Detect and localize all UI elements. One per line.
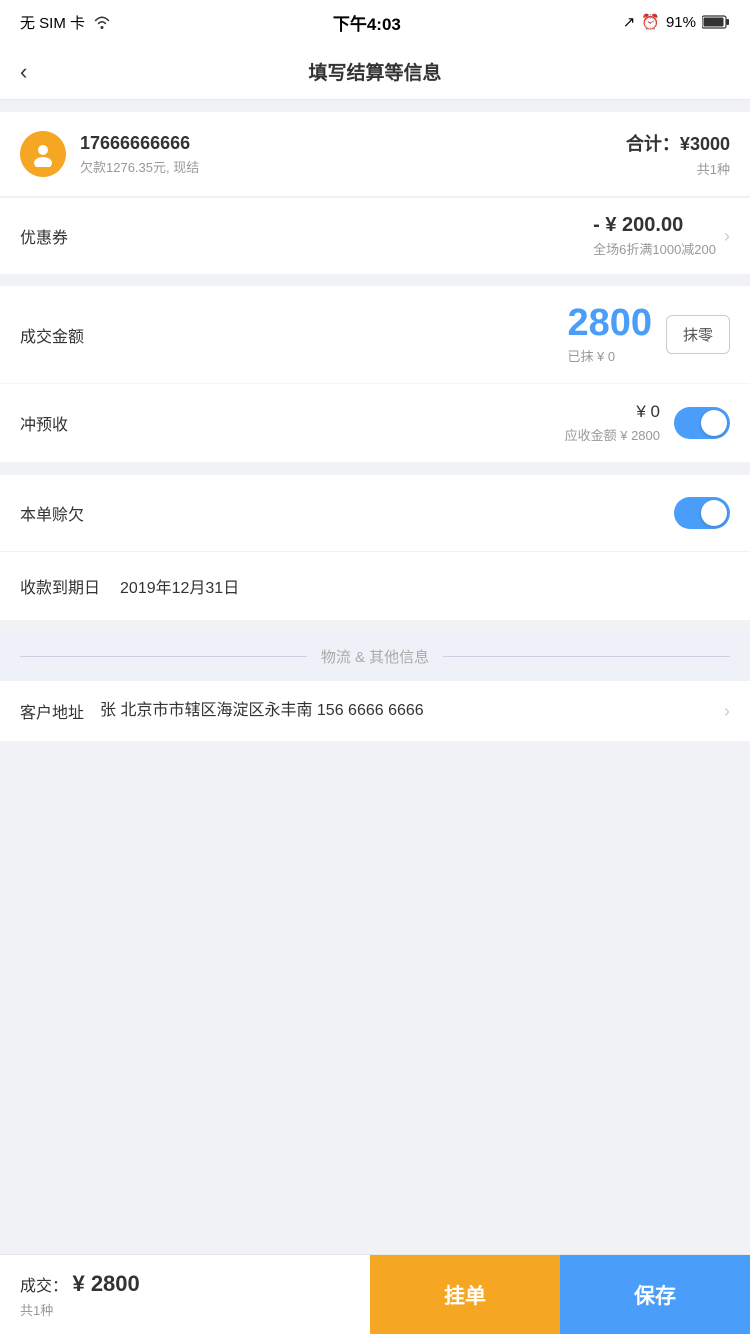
battery-text: 91% — [666, 14, 696, 31]
prepay-toggle[interactable] — [674, 407, 730, 439]
back-button[interactable]: ‹ — [20, 59, 27, 85]
customer-phone: 17666666666 — [80, 133, 199, 154]
due-date-row: 收款到期日 2019年12月31日 — [0, 552, 750, 620]
deal-amount-label: 成交金额 — [20, 323, 84, 347]
customer-left: 17666666666 欠款1276.35元, 现结 — [20, 131, 199, 177]
wifi-icon — [93, 15, 111, 29]
customer-sub: 欠款1276.35元, 现结 — [80, 157, 199, 176]
status-time: 下午4:03 — [333, 10, 401, 35]
due-date-value: 2019年12月31日 — [120, 574, 239, 598]
total-amount: 合计：¥3000 — [626, 130, 730, 156]
coupon-arrow-icon: › — [724, 226, 730, 247]
deal-amount-value: 2800 — [567, 304, 652, 342]
coupon-row[interactable]: 优惠券 - ¥ 200.00 全场6折满1000减200 › — [0, 197, 750, 274]
customer-right: 合计：¥3000 共1种 — [626, 130, 730, 178]
status-bar: 无 SIM 卡 下午4:03 ↗ ⏰ 91% — [0, 0, 750, 44]
nav-bar: ‹ 填写结算等信息 — [0, 44, 750, 100]
page-title: 填写结算等信息 — [308, 58, 441, 85]
divider-3 — [0, 620, 750, 632]
address-value: 张 北京市市辖区海淀区永丰南 156 6666 6666 — [100, 699, 714, 723]
total-count: 共1种 — [626, 159, 730, 178]
bottom-spacer — [0, 901, 750, 981]
alarm-icon: ⏰ — [641, 13, 660, 31]
deal-amount-section: 成交金额 2800 已抹 ¥ 0 抹零 冲预收 ¥ 0 应收金额 ¥ 2800 — [0, 286, 750, 463]
round-zero-button[interactable]: 抹零 — [666, 315, 730, 354]
battery-icon — [702, 15, 730, 29]
bottom-deal-value: ¥ 2800 — [72, 1271, 139, 1296]
save-button[interactable]: 保存 — [560, 1255, 750, 1334]
coupon-desc: 全场6折满1000减200 — [593, 239, 716, 258]
divider-1 — [0, 274, 750, 286]
bottom-deal-label: 成交： — [20, 1278, 68, 1295]
prepay-amount: ¥ 0 应收金额 ¥ 2800 — [565, 402, 660, 444]
customer-info: 17666666666 欠款1276.35元, 现结 — [80, 133, 199, 176]
due-date-section: 收款到期日 2019年12月31日 — [0, 552, 750, 620]
pending-button[interactable]: 挂单 — [370, 1255, 560, 1334]
sim-text: 无 SIM 卡 — [20, 12, 85, 33]
bottom-info: 成交： ¥ 2800 共1种 — [0, 1271, 370, 1319]
bottom-count: 共1种 — [20, 1300, 350, 1319]
prepay-right: ¥ 0 应收金额 ¥ 2800 — [565, 402, 730, 444]
customer-card: 17666666666 欠款1276.35元, 现结 合计：¥3000 共1种 — [0, 112, 750, 196]
prepay-value: ¥ 0 — [565, 402, 660, 422]
logistics-text: 物流 & 其他信息 — [321, 646, 429, 667]
bottom-bar: 成交： ¥ 2800 共1种 挂单 保存 — [0, 1254, 750, 1334]
coupon-label: 优惠券 — [20, 224, 68, 248]
address-arrow-icon: › — [724, 701, 730, 722]
prepay-row: 冲预收 ¥ 0 应收金额 ¥ 2800 — [0, 384, 750, 463]
debt-label: 本单赊欠 — [20, 501, 84, 525]
deal-amount-row: 成交金额 2800 已抹 ¥ 0 抹零 — [0, 286, 750, 384]
bottom-deal-row: 成交： ¥ 2800 — [20, 1271, 350, 1297]
deal-right: 2800 已抹 ¥ 0 抹零 — [567, 304, 730, 365]
deal-sub: 已抹 ¥ 0 — [567, 346, 652, 365]
status-left: 无 SIM 卡 — [20, 12, 111, 33]
debt-toggle[interactable] — [674, 497, 730, 529]
address-label: 客户地址 — [20, 699, 84, 723]
divider-2 — [0, 463, 750, 475]
due-date-label: 收款到期日 — [20, 574, 100, 598]
prepay-sub: 应收金额 ¥ 2800 — [565, 425, 660, 444]
logistics-line-left — [20, 656, 307, 657]
prepay-label: 冲预收 — [20, 411, 68, 435]
coupon-discount: - ¥ 200.00 — [593, 214, 716, 237]
coupon-right: - ¥ 200.00 全场6折满1000减200 › — [593, 214, 730, 258]
debt-row: 本单赊欠 — [0, 475, 750, 551]
debt-section: 本单赊欠 — [0, 475, 750, 551]
gray-space — [0, 741, 750, 901]
logistics-line-right — [443, 656, 730, 657]
address-row[interactable]: 客户地址 张 北京市市辖区海淀区永丰南 156 6666 6666 › — [0, 681, 750, 741]
status-right: ↗ ⏰ 91% — [623, 13, 730, 31]
logistics-header: 物流 & 其他信息 — [0, 632, 750, 681]
location-icon: ↗ — [623, 13, 636, 31]
avatar — [20, 131, 66, 177]
